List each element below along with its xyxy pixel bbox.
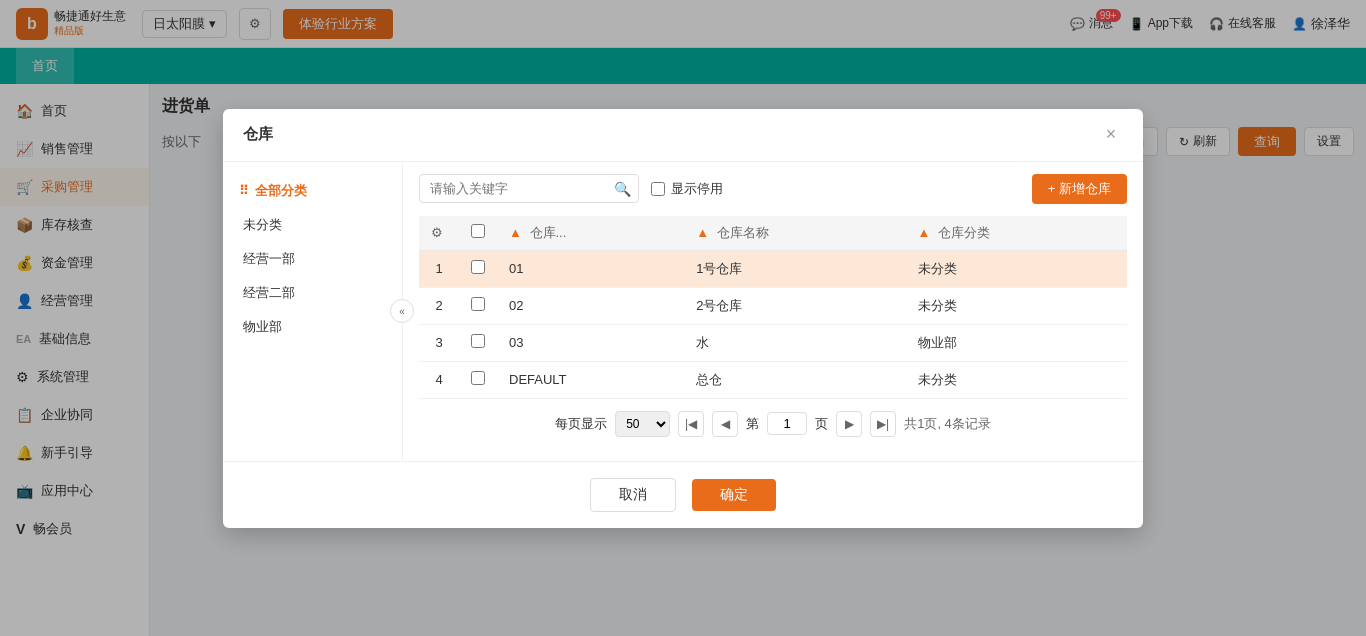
- row-category: 未分类: [906, 287, 1127, 324]
- search-input-wrap: 🔍: [419, 174, 639, 203]
- row-category: 未分类: [906, 361, 1127, 398]
- row-check: [459, 250, 497, 287]
- pagination: 每页显示 50 20 100 |◀ ◀ 第 页 ▶ ▶| 共1页, 4条记录: [419, 399, 1127, 449]
- warehouse-dialog: 仓库 × ⠿ 全部分类 未分类 经营一部 经营二部: [223, 109, 1143, 528]
- per-page-label: 每页显示: [555, 415, 607, 433]
- table-row[interactable]: 4 DEFAULT 总仓 未分类: [419, 361, 1127, 398]
- cancel-button[interactable]: 取消: [590, 478, 676, 512]
- row-code: 03: [497, 324, 684, 361]
- warehouse-table: ⚙ ▲ 仓库... ▲ 仓库名称: [419, 216, 1127, 399]
- category-item-property[interactable]: 物业部: [223, 310, 402, 344]
- row-name: 水: [684, 324, 905, 361]
- show-disabled-checkbox[interactable]: [651, 182, 665, 196]
- table-row[interactable]: 3 03 水 物业部: [419, 324, 1127, 361]
- row-num: 2: [419, 287, 459, 324]
- row-num: 1: [419, 250, 459, 287]
- sort-icon-category: ▲: [918, 225, 931, 240]
- category-panel: ⠿ 全部分类 未分类 经营一部 经营二部 物业部 «: [223, 162, 403, 461]
- last-page-button[interactable]: ▶|: [870, 411, 896, 437]
- row-check: [459, 287, 497, 324]
- grid-icon: ⠿: [239, 183, 249, 198]
- row-code: DEFAULT: [497, 361, 684, 398]
- col-settings: ⚙: [419, 216, 459, 251]
- category-item-unclassified[interactable]: 未分类: [223, 208, 402, 242]
- search-input[interactable]: [419, 174, 639, 203]
- col-name: ▲ 仓库名称: [684, 216, 905, 251]
- page-label: 第: [746, 415, 759, 433]
- row-check: [459, 361, 497, 398]
- row-code: 01: [497, 250, 684, 287]
- category-item-ops1[interactable]: 经营一部: [223, 242, 402, 276]
- table-row[interactable]: 1 01 1号仓库 未分类: [419, 250, 1127, 287]
- table-body: 1 01 1号仓库 未分类 2: [419, 250, 1127, 398]
- search-bar: 🔍 显示停用 + 新增仓库: [419, 174, 1127, 204]
- dialog-body: ⠿ 全部分类 未分类 经营一部 经营二部 物业部 «: [223, 162, 1143, 461]
- sort-icon-name: ▲: [696, 225, 709, 240]
- add-warehouse-button[interactable]: + 新增仓库: [1032, 174, 1127, 204]
- col-checkbox: [459, 216, 497, 251]
- table-header-row: ⚙ ▲ 仓库... ▲ 仓库名称: [419, 216, 1127, 251]
- row-num: 4: [419, 361, 459, 398]
- row-name: 总仓: [684, 361, 905, 398]
- col-category: ▲ 仓库分类: [906, 216, 1127, 251]
- category-all[interactable]: ⠿ 全部分类: [223, 174, 402, 208]
- per-page-select[interactable]: 50 20 100: [615, 411, 670, 437]
- page-total: 共1页, 4条记录: [904, 415, 991, 433]
- row-checkbox-4[interactable]: [471, 371, 485, 385]
- row-checkbox-3[interactable]: [471, 334, 485, 348]
- dialog-title: 仓库: [243, 125, 273, 144]
- show-disabled-label[interactable]: 显示停用: [651, 180, 723, 198]
- collapse-button[interactable]: «: [390, 299, 414, 323]
- sort-icon-code: ▲: [509, 225, 522, 240]
- row-category: 未分类: [906, 250, 1127, 287]
- select-all-checkbox[interactable]: [471, 224, 485, 238]
- modal-overlay: 仓库 × ⠿ 全部分类 未分类 经营一部 经营二部: [0, 0, 1366, 636]
- page-number-input[interactable]: [767, 412, 807, 435]
- first-page-button[interactable]: |◀: [678, 411, 704, 437]
- row-name: 2号仓库: [684, 287, 905, 324]
- page-end-label: 页: [815, 415, 828, 433]
- table-row[interactable]: 2 02 2号仓库 未分类: [419, 287, 1127, 324]
- row-num: 3: [419, 324, 459, 361]
- row-name: 1号仓库: [684, 250, 905, 287]
- search-icon[interactable]: 🔍: [614, 181, 631, 197]
- col-code: ▲ 仓库...: [497, 216, 684, 251]
- dialog-header: 仓库 ×: [223, 109, 1143, 162]
- row-checkbox-1[interactable]: [471, 260, 485, 274]
- row-category: 物业部: [906, 324, 1127, 361]
- prev-page-button[interactable]: ◀: [712, 411, 738, 437]
- close-button[interactable]: ×: [1099, 123, 1123, 147]
- category-item-ops2[interactable]: 经营二部: [223, 276, 402, 310]
- row-checkbox-2[interactable]: [471, 297, 485, 311]
- dialog-footer: 取消 确定: [223, 461, 1143, 528]
- confirm-button[interactable]: 确定: [692, 479, 776, 511]
- row-code: 02: [497, 287, 684, 324]
- next-page-button[interactable]: ▶: [836, 411, 862, 437]
- dialog-content-panel: 🔍 显示停用 + 新增仓库 ⚙: [403, 162, 1143, 461]
- row-check: [459, 324, 497, 361]
